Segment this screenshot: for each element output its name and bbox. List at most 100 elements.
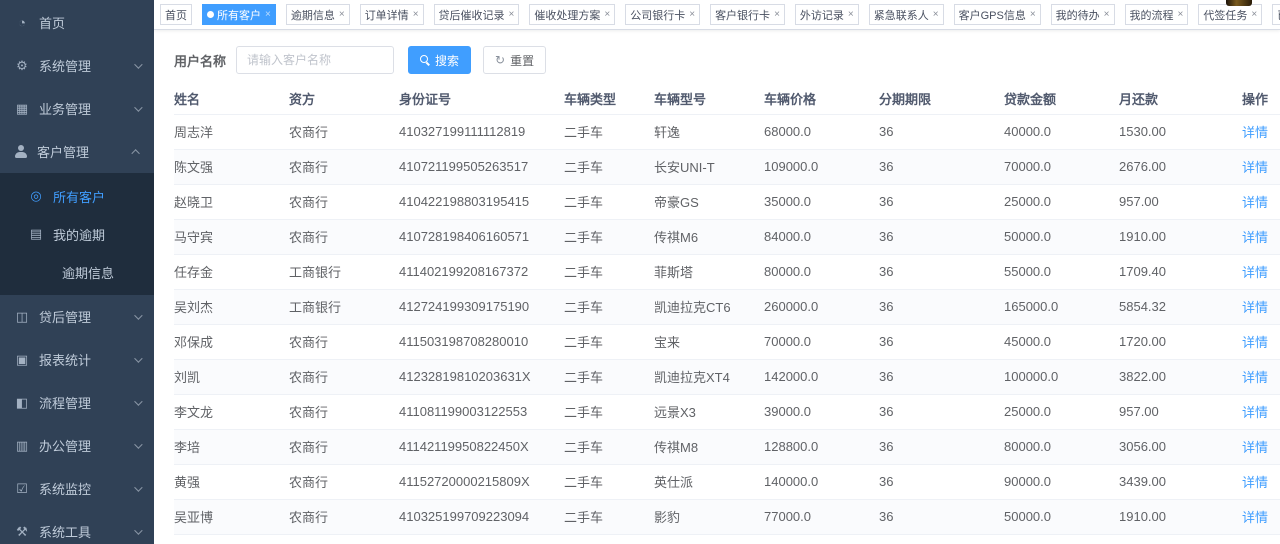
table-row: 赵晓卫农商行410422198803195415二手车帝豪GS35000.036…: [174, 184, 1280, 219]
sidebar-item-label: 贷后管理: [39, 307, 91, 326]
office-icon: ▥: [14, 438, 30, 454]
chevron-down-icon: [134, 354, 142, 362]
tab-close-icon[interactable]: ×: [265, 10, 271, 20]
detail-link[interactable]: 详情: [1242, 475, 1268, 490]
tab-label: 我的待办: [1056, 7, 1100, 23]
tab-close-icon[interactable]: ×: [1104, 10, 1110, 20]
detail-link[interactable]: 详情: [1242, 405, 1268, 420]
detail-link[interactable]: 详情: [1242, 125, 1268, 140]
column-header-资方: 资方: [289, 84, 399, 114]
table-cell: 36: [879, 429, 1004, 464]
tab-代签任务[interactable]: 代签任务 ×: [1198, 4, 1262, 25]
detail-link[interactable]: 详情: [1242, 265, 1268, 280]
sidebar-item-流程管理[interactable]: ◧流程管理: [0, 381, 154, 424]
sidebar-item-系统工具[interactable]: ⚒系统工具: [0, 510, 154, 544]
avatar[interactable]: [1226, 0, 1252, 6]
sidebar-item-所有客户[interactable]: ◎所有客户: [0, 177, 154, 215]
post-loan-icon: ◫: [14, 309, 30, 325]
table-row: 陈文强农商行410721199505263517二手车长安UNI-T109000…: [174, 149, 1280, 184]
sidebar-item-label: 业务管理: [39, 99, 91, 118]
table-cell: 轩逸: [654, 114, 764, 149]
detail-link[interactable]: 详情: [1242, 230, 1268, 245]
search-bar: 用户名称 搜索 ↻ 重置: [174, 40, 1280, 80]
sidebar-item-我的逾期[interactable]: ▤我的逾期: [0, 215, 154, 253]
tab-close-icon[interactable]: ×: [848, 10, 854, 20]
table-cell: 1720.00: [1119, 324, 1242, 359]
sidebar-item-业务管理[interactable]: ▦业务管理: [0, 87, 154, 130]
sidebar-item-系统监控[interactable]: ☑系统监控: [0, 467, 154, 510]
tab-公司银行卡[interactable]: 公司银行卡×: [625, 4, 700, 25]
tab-close-icon[interactable]: ×: [1030, 10, 1036, 20]
detail-link[interactable]: 详情: [1242, 300, 1268, 315]
tab-close-icon[interactable]: ×: [604, 10, 610, 20]
action-cell: 详情: [1242, 114, 1280, 149]
table-cell: [399, 534, 564, 544]
table-cell: 农商行: [289, 149, 399, 184]
sidebar-item-系统管理[interactable]: ⚙系统管理: [0, 44, 154, 87]
chevron-down-icon: [134, 440, 142, 448]
tab-客户银行卡[interactable]: 客户银行卡×: [710, 4, 785, 25]
table-cell: 1709.40: [1119, 254, 1242, 289]
column-header-操作: 操作: [1242, 84, 1280, 114]
detail-link[interactable]: 详情: [1242, 370, 1268, 385]
tab-close-icon[interactable]: ×: [413, 10, 419, 20]
detail-link[interactable]: 详情: [1242, 195, 1268, 210]
tab-label: 代签任务: [1203, 7, 1247, 23]
table-cell: 农商行: [289, 114, 399, 149]
table-cell: 传祺M6: [654, 219, 764, 254]
sidebar-item-客户管理[interactable]: 客户管理: [0, 130, 154, 173]
tab-close-icon[interactable]: ×: [933, 10, 939, 20]
tab-close-icon[interactable]: ×: [1251, 10, 1257, 20]
table-cell: 邓保成: [174, 324, 289, 359]
detail-link[interactable]: 详情: [1242, 335, 1268, 350]
sidebar-item-label: 报表统计: [39, 350, 91, 369]
tab-close-icon[interactable]: ×: [509, 10, 515, 20]
table-cell: 957.00: [1119, 394, 1242, 429]
sidebar-item-label: 所有客户: [53, 187, 105, 206]
table-cell: 77000.0: [764, 499, 879, 534]
table-cell: 411402199208167372: [399, 254, 564, 289]
tab-close-icon[interactable]: ×: [689, 10, 695, 20]
tab-我的流程[interactable]: 我的流程×: [1125, 4, 1189, 25]
tab-已办任务[interactable]: 已办任务×: [1272, 4, 1280, 25]
action-cell: 详情: [1242, 464, 1280, 499]
tab-外访记录[interactable]: 外访记录×: [795, 4, 859, 25]
detail-link[interactable]: 详情: [1242, 440, 1268, 455]
table-row: 周志洋农商行410327199111112819二手车轩逸68000.03640…: [174, 114, 1280, 149]
table-cell: 3056.00: [1119, 429, 1242, 464]
column-header-姓名: 姓名: [174, 84, 289, 114]
tab-我的待办[interactable]: 我的待办 ×: [1051, 4, 1115, 25]
table-cell: 84000.0: [764, 219, 879, 254]
action-cell: 详情: [1242, 254, 1280, 289]
table-cell: 39000.0: [764, 394, 879, 429]
search-icon: [420, 55, 430, 65]
table-cell: 68000.0: [764, 114, 879, 149]
tab-close-icon[interactable]: ×: [774, 10, 780, 20]
tab-贷后催收记录[interactable]: 贷后催收记录×: [434, 4, 520, 25]
tab-逾期信息[interactable]: 逾期信息×: [286, 4, 350, 25]
tab-所有客户[interactable]: 所有客户×: [202, 4, 276, 25]
tab-close-icon[interactable]: ×: [1178, 10, 1184, 20]
table-cell: 36: [879, 324, 1004, 359]
reset-button[interactable]: ↻ 重置: [483, 46, 546, 74]
detail-link[interactable]: 详情: [1242, 510, 1268, 525]
tab-首页[interactable]: 首页: [160, 4, 192, 25]
sidebar-item-贷后管理[interactable]: ◫ 贷后管理: [0, 295, 154, 338]
sidebar-item-首页[interactable]: ◔首页: [0, 1, 154, 44]
column-header-分期期限: 分期期限: [879, 84, 1004, 114]
detail-link[interactable]: 详情: [1242, 160, 1268, 175]
tab-close-icon[interactable]: ×: [339, 10, 345, 20]
app-root: ◔首页⚙系统管理▦业务管理客户管理 ◎所有客户▤我的逾期逾期信息 ◫ 贷后管理 ▣报表统…: [0, 0, 1280, 544]
tab-催收处理方案[interactable]: 催收处理方案×: [529, 4, 615, 25]
table-cell: 农商行: [289, 499, 399, 534]
tab-订单详情[interactable]: 订单详情×: [360, 4, 424, 25]
table-cell: 二手车: [564, 149, 654, 184]
table-row: 李文龙农商行411081199003122553二手车远景X339000.036…: [174, 394, 1280, 429]
sidebar-item-报表统计[interactable]: ▣报表统计: [0, 338, 154, 381]
search-button[interactable]: 搜索: [408, 46, 471, 74]
tab-紧急联系人[interactable]: 紧急联系人×: [869, 4, 944, 25]
customer-name-input[interactable]: [236, 46, 394, 74]
sidebar-item-逾期信息[interactable]: 逾期信息: [0, 253, 154, 291]
sidebar-item-办公管理[interactable]: ▥办公管理: [0, 424, 154, 467]
tab-客户GPS信息[interactable]: 客户GPS信息×: [954, 4, 1041, 25]
